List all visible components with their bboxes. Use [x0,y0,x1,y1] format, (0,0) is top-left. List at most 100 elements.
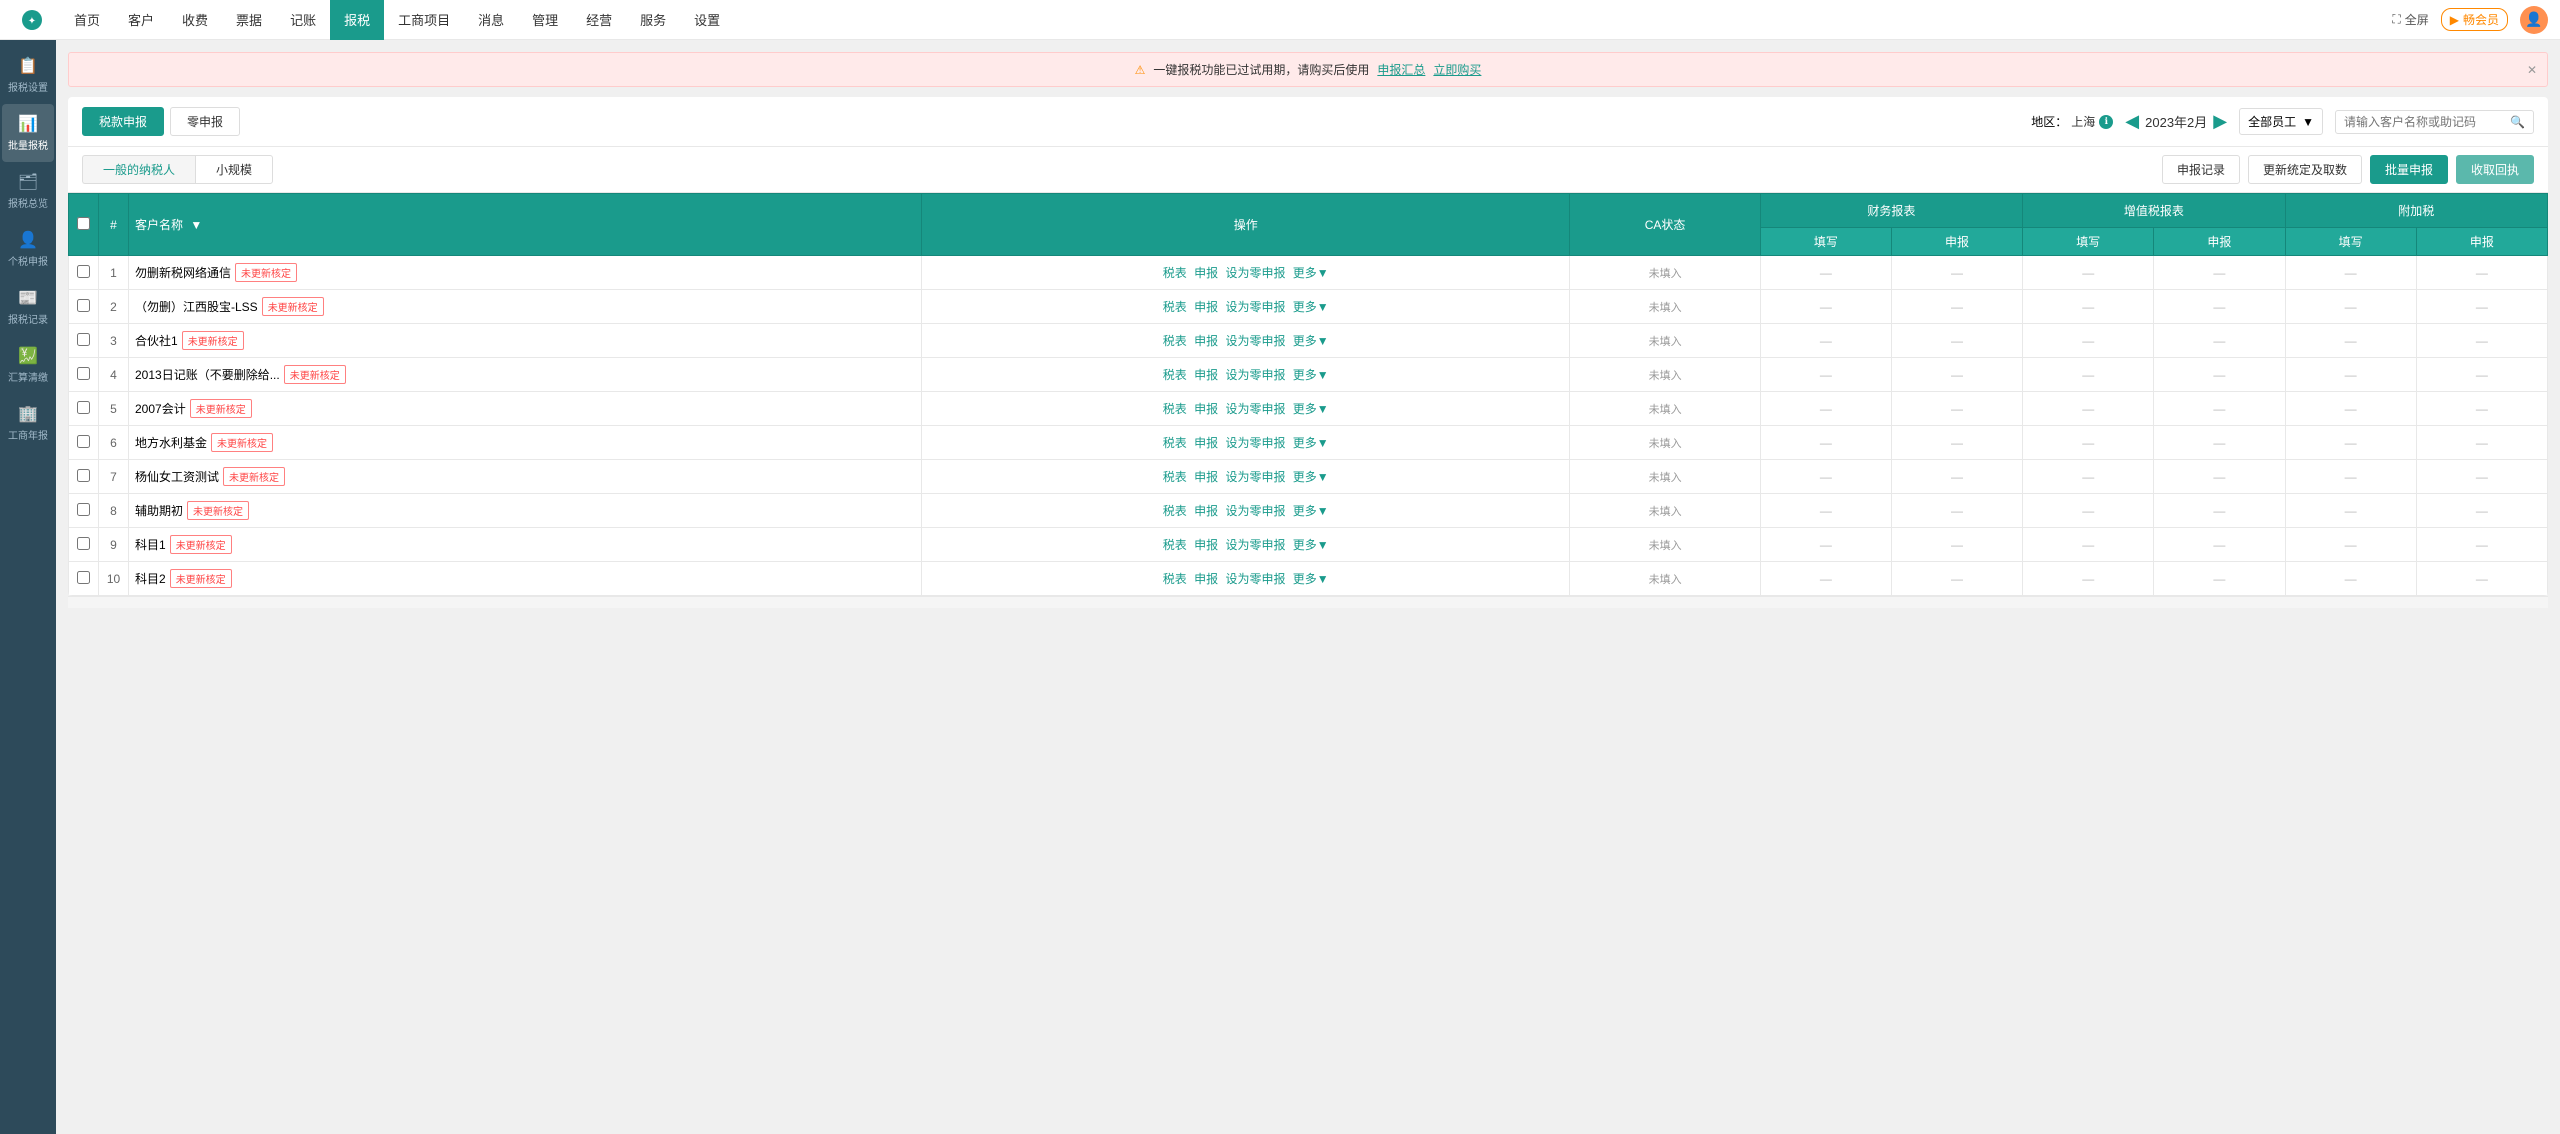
op-declare-5[interactable]: 申报 [1194,436,1218,450]
info-icon[interactable]: ℹ [2099,115,2113,129]
row-checkbox-9[interactable] [77,571,90,584]
update-button[interactable]: 更新统定及取数 [2248,155,2362,184]
membership-button[interactable]: ▶ 畅会员 [2441,8,2508,31]
table-row: 6 地方水利基金未更新核定 税表 申报 设为零申报 更多▼ 未填入 —————— [69,426,2548,460]
user-avatar[interactable]: 👤 [2520,6,2548,34]
op-taxform-5[interactable]: 税表 [1163,436,1187,450]
op-zero-1[interactable]: 设为零申报 [1225,300,1285,314]
op-more-1[interactable]: 更多▼ [1293,300,1329,314]
subtab-general-taxpayer[interactable]: 一般的纳税人 [82,155,195,184]
app-logo[interactable]: ✦ [12,0,52,40]
row-col-2-5: — [2416,324,2547,358]
sort-icon[interactable]: ▼ [190,218,202,232]
nav-item-fee[interactable]: 收费 [168,0,222,40]
table-row: 3 合伙社1未更新核定 税表 申报 设为零申报 更多▼ 未填入 —————— [69,324,2548,358]
op-zero-8[interactable]: 设为零申报 [1225,538,1285,552]
op-taxform-2[interactable]: 税表 [1163,334,1187,348]
tab-tax-declaration[interactable]: 税款申报 [82,107,164,136]
select-all-checkbox[interactable] [77,217,90,230]
sidebar-item-tax-overview[interactable]: 🗂 报税总览 [0,162,56,220]
op-zero-6[interactable]: 设为零申报 [1225,470,1285,484]
sidebar-item-tax-record[interactable]: 📰 报税记录 [0,278,56,336]
nav-item-operate[interactable]: 经营 [572,0,626,40]
period-prev-button[interactable]: ◀ [2125,111,2139,132]
nav-item-service[interactable]: 服务 [626,0,680,40]
op-declare-7[interactable]: 申报 [1194,504,1218,518]
row-checkbox-2[interactable] [77,333,90,346]
subtab-small-scale[interactable]: 小规模 [195,155,273,184]
staff-selector[interactable]: 全部员工 ▼ [2239,108,2323,135]
op-more-0[interactable]: 更多▼ [1293,266,1329,280]
nav-item-message[interactable]: 消息 [464,0,518,40]
nav-item-setting[interactable]: 设置 [680,0,734,40]
row-ca-5: 未填入 [1570,426,1760,460]
search-icon[interactable]: 🔍 [2510,115,2525,129]
op-taxform-4[interactable]: 税表 [1163,402,1187,416]
record-button[interactable]: 申报记录 [2162,155,2240,184]
banner-link-summary[interactable]: 申报汇总 [1377,61,1425,78]
banner-link-buy[interactable]: 立即购买 [1433,61,1481,78]
op-taxform-8[interactable]: 税表 [1163,538,1187,552]
op-declare-8[interactable]: 申报 [1194,538,1218,552]
nav-item-home[interactable]: 首页 [60,0,114,40]
row-checkbox-4[interactable] [77,401,90,414]
sidebar-item-batch-tax[interactable]: 📊 批量报税 [2,104,54,162]
fullscreen-button[interactable]: ⛶ 全屏 [2392,11,2428,28]
op-taxform-3[interactable]: 税表 [1163,368,1187,382]
op-declare-0[interactable]: 申报 [1194,266,1218,280]
receipt-button[interactable]: 收取回执 [2456,155,2534,184]
op-taxform-9[interactable]: 税表 [1163,572,1187,586]
op-taxform-0[interactable]: 税表 [1163,266,1187,280]
row-checkbox-1[interactable] [77,299,90,312]
row-checkbox-3[interactable] [77,367,90,380]
nav-item-tax[interactable]: 报税 [330,0,384,40]
row-checkbox-0[interactable] [77,265,90,278]
op-zero-5[interactable]: 设为零申报 [1225,436,1285,450]
op-zero-9[interactable]: 设为零申报 [1225,572,1285,586]
op-more-2[interactable]: 更多▼ [1293,334,1329,348]
sidebar-item-tax-settings[interactable]: 📋 报税设置 [0,46,56,104]
op-declare-1[interactable]: 申报 [1194,300,1218,314]
nav-item-account[interactable]: 记账 [276,0,330,40]
banner-close-button[interactable]: ✕ [2527,63,2537,77]
period-next-button[interactable]: ▶ [2213,111,2227,132]
nav-item-client[interactable]: 客户 [114,0,168,40]
op-zero-4[interactable]: 设为零申报 [1225,402,1285,416]
op-declare-3[interactable]: 申报 [1194,368,1218,382]
op-declare-2[interactable]: 申报 [1194,334,1218,348]
op-declare-4[interactable]: 申报 [1194,402,1218,416]
op-zero-2[interactable]: 设为零申报 [1225,334,1285,348]
sidebar-item-personal-tax[interactable]: 👤 个税申报 [0,220,56,278]
row-checkbox-6[interactable] [77,469,90,482]
tab-zero-declaration[interactable]: 零申报 [170,107,240,136]
op-more-7[interactable]: 更多▼ [1293,504,1329,518]
sidebar-item-annual-report[interactable]: 🏢 工商年报 [0,394,56,452]
op-more-8[interactable]: 更多▼ [1293,538,1329,552]
op-zero-3[interactable]: 设为零申报 [1225,368,1285,382]
row-no-4: 5 [99,392,129,426]
nav-item-business[interactable]: 工商项目 [384,0,464,40]
op-declare-6[interactable]: 申报 [1194,470,1218,484]
op-taxform-6[interactable]: 税表 [1163,470,1187,484]
op-more-3[interactable]: 更多▼ [1293,368,1329,382]
row-checkbox-5[interactable] [77,435,90,448]
col-checkbox[interactable] [69,194,99,256]
sidebar-item-annual-clearance[interactable]: 💹 汇算清缴 [0,336,56,394]
op-more-4[interactable]: 更多▼ [1293,402,1329,416]
op-zero-0[interactable]: 设为零申报 [1225,266,1285,280]
search-input[interactable] [2344,115,2504,129]
batch-declare-button[interactable]: 批量申报 [2370,155,2448,184]
op-more-5[interactable]: 更多▼ [1293,436,1329,450]
op-taxform-1[interactable]: 税表 [1163,300,1187,314]
nav-item-manage[interactable]: 管理 [518,0,572,40]
op-more-9[interactable]: 更多▼ [1293,572,1329,586]
row-checkbox-8[interactable] [77,537,90,550]
op-more-6[interactable]: 更多▼ [1293,470,1329,484]
op-taxform-7[interactable]: 税表 [1163,504,1187,518]
horizontal-scrollbar[interactable] [68,596,2548,608]
op-declare-9[interactable]: 申报 [1194,572,1218,586]
status-tag-2: 未更新核定 [182,331,244,350]
op-zero-7[interactable]: 设为零申报 [1225,504,1285,518]
nav-item-invoice[interactable]: 票据 [222,0,276,40]
row-checkbox-7[interactable] [77,503,90,516]
